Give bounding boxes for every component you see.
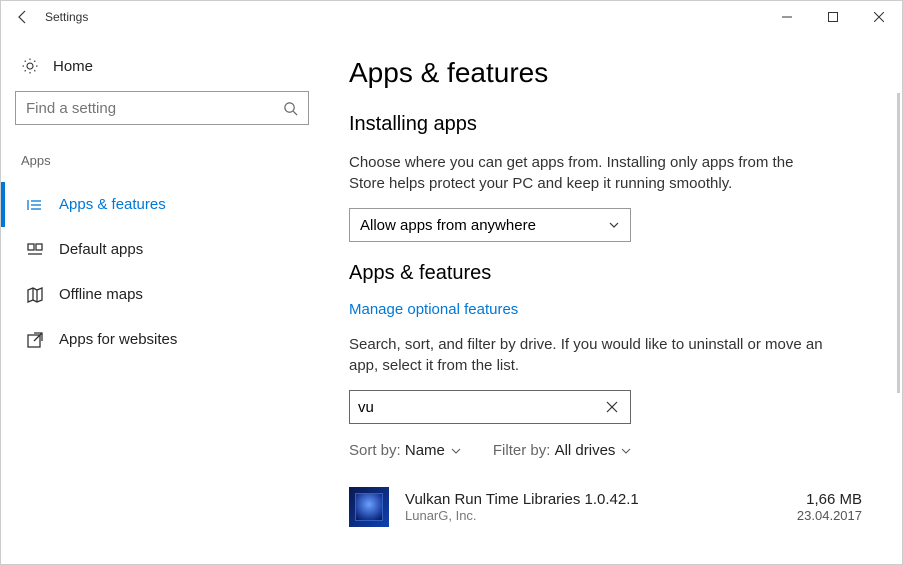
- sidebar-item-offline-maps[interactable]: Offline maps: [1, 272, 321, 317]
- sidebar-item-default-apps[interactable]: Default apps: [1, 227, 321, 272]
- app-size: 1,66 MB: [797, 491, 862, 508]
- app-icon: [349, 487, 389, 527]
- app-filter-input[interactable]: [358, 399, 602, 416]
- minimize-button[interactable]: [764, 1, 810, 33]
- clear-filter-icon[interactable]: [602, 401, 622, 413]
- dropdown-value: Allow apps from anywhere: [360, 217, 536, 234]
- app-name: Vulkan Run Time Libraries 1.0.42.1: [405, 491, 797, 508]
- search-icon: [283, 101, 298, 116]
- category-label: Apps: [21, 153, 321, 168]
- sidebar-item-label: Apps & features: [59, 196, 166, 213]
- scrollbar[interactable]: [897, 93, 900, 393]
- chevron-down-icon: [621, 446, 631, 456]
- open-external-icon: [27, 332, 43, 348]
- apps-desc: Search, sort, and filter by drive. If yo…: [349, 334, 829, 376]
- maximize-button[interactable]: [810, 1, 856, 33]
- sort-dropdown[interactable]: Name: [405, 442, 461, 459]
- app-list-item[interactable]: Vulkan Run Time Libraries 1.0.42.1 Lunar…: [349, 479, 862, 535]
- sort-label: Sort by:: [349, 442, 401, 459]
- sidebar-item-label: Default apps: [59, 241, 143, 258]
- chevron-down-icon: [608, 219, 620, 231]
- settings-search[interactable]: [15, 91, 309, 125]
- main-content: Apps & features Installing apps Choose w…: [321, 33, 902, 564]
- gear-icon: [21, 57, 39, 75]
- sidebar-item-apps-websites[interactable]: Apps for websites: [1, 317, 321, 362]
- sidebar-item-label: Apps for websites: [59, 331, 177, 348]
- app-date: 23.04.2017: [797, 508, 862, 523]
- home-link[interactable]: Home: [15, 49, 321, 91]
- map-icon: [27, 287, 43, 303]
- search-input[interactable]: [26, 100, 283, 117]
- sort-filter-row: Sort by: Name Filter by: All drives: [349, 442, 862, 459]
- app-publisher: LunarG, Inc.: [405, 508, 797, 523]
- installing-desc: Choose where you can get apps from. Inst…: [349, 152, 829, 194]
- apps-list-icon: [27, 197, 43, 213]
- page-title: Apps & features: [349, 57, 862, 89]
- section-installing-heading: Installing apps: [349, 113, 862, 136]
- app-filter-box[interactable]: [349, 390, 631, 424]
- sidebar-item-label: Offline maps: [59, 286, 143, 303]
- manage-optional-link[interactable]: Manage optional features: [349, 301, 518, 318]
- back-button[interactable]: [9, 3, 37, 31]
- home-label: Home: [53, 58, 93, 75]
- filter-dropdown[interactable]: All drives: [555, 442, 632, 459]
- sidebar: Home Apps Apps & features Default apps O…: [1, 33, 321, 564]
- default-apps-icon: [27, 242, 43, 258]
- sidebar-item-apps-features[interactable]: Apps & features: [1, 182, 321, 227]
- titlebar: Settings: [1, 1, 902, 33]
- close-button[interactable]: [856, 1, 902, 33]
- window-title: Settings: [45, 10, 88, 24]
- install-source-dropdown[interactable]: Allow apps from anywhere: [349, 208, 631, 242]
- chevron-down-icon: [451, 446, 461, 456]
- section-apps-heading: Apps & features: [349, 262, 862, 285]
- filter-label: Filter by:: [493, 442, 551, 459]
